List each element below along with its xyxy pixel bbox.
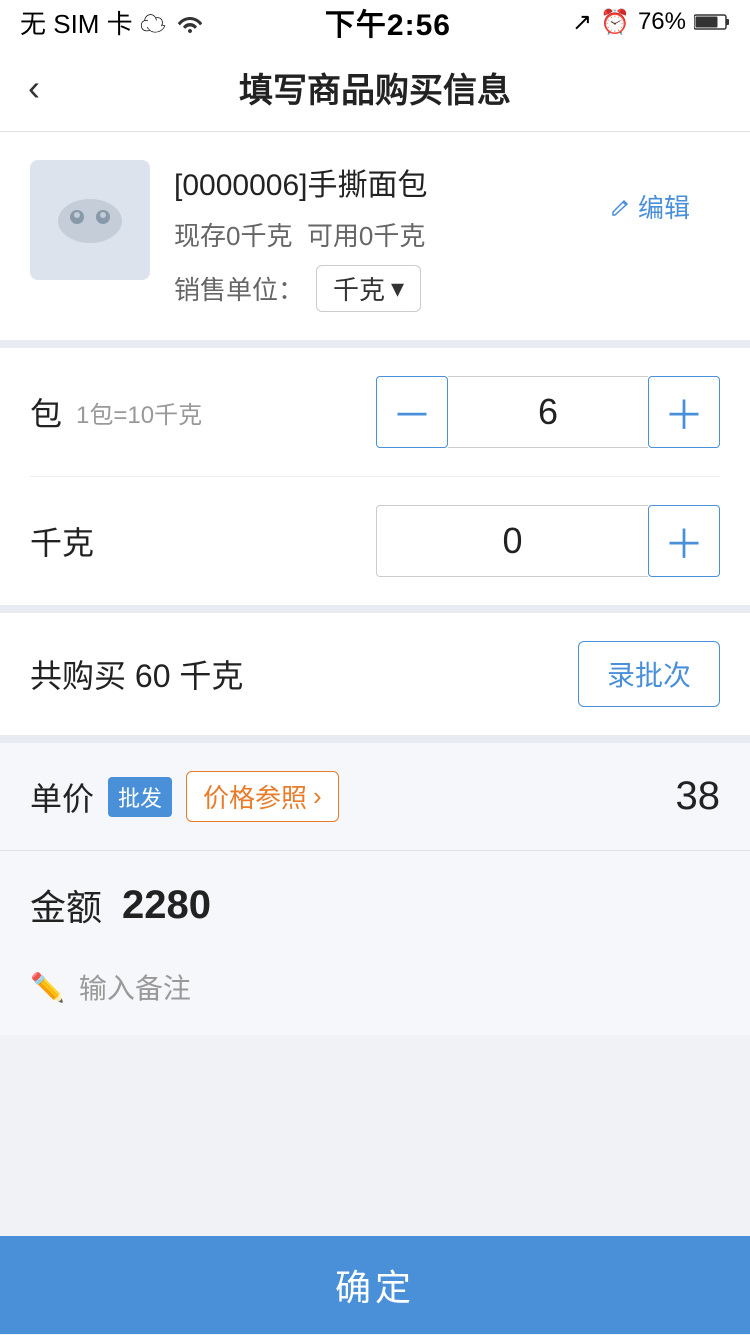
- summary-section: 共购买 60 千克 录批次: [0, 613, 750, 743]
- product-thumbnail: [30, 160, 150, 280]
- summary-text: 共购买 60 千克: [30, 651, 243, 697]
- kilogram-label: 千克: [30, 518, 94, 564]
- price-type-tag: 批发: [108, 777, 172, 817]
- price-reference-button[interactable]: 价格参照 ›: [186, 771, 339, 822]
- pencil-icon: ✏️: [30, 971, 65, 1004]
- product-card: [0000006]手撕面包 现存0千克 可用0千克 销售单位： 千克 ▾ 编辑: [0, 132, 750, 348]
- price-label: 单价 批发 价格参照 ›: [30, 771, 339, 822]
- battery-text: 76%: [638, 8, 686, 36]
- kilogram-stepper: ＋: [376, 505, 720, 577]
- package-hint: 1包=10千克: [76, 395, 202, 430]
- package-stepper: － ＋: [376, 376, 720, 448]
- product-logo-icon: [55, 193, 125, 248]
- remark-row[interactable]: ✏️ 输入备注: [30, 951, 720, 1035]
- amount-label: 金额: [30, 879, 102, 931]
- status-right: ↗ ⏰ 76%: [572, 8, 730, 37]
- remark-placeholder: 输入备注: [79, 967, 191, 1007]
- amount-row: 金额 2280: [30, 879, 720, 931]
- status-bar: 无 SIM 卡 ☁ 下午2:56 ↗ ⏰ 76%: [0, 0, 750, 44]
- package-decrement-button[interactable]: －: [376, 376, 448, 448]
- kilogram-input-row: 千克 ＋: [30, 477, 720, 605]
- summary-amount: 60: [135, 658, 171, 694]
- amount-value: 2280: [122, 883, 211, 928]
- batch-button[interactable]: 录批次: [578, 641, 720, 707]
- kilogram-increment-button[interactable]: ＋: [648, 505, 720, 577]
- price-ref-arrow-icon: ›: [313, 781, 322, 812]
- status-left: 无 SIM 卡 ☁: [20, 4, 204, 41]
- chevron-down-icon: ▾: [391, 273, 404, 304]
- page-title: 填写商品购买信息: [239, 63, 511, 112]
- package-input[interactable]: [448, 376, 648, 448]
- battery-icon: [694, 13, 730, 31]
- price-value: 38: [676, 774, 721, 819]
- edit-icon: [610, 196, 632, 218]
- kilogram-input[interactable]: [376, 505, 648, 577]
- wifi-icon: [176, 11, 204, 33]
- unit-selector[interactable]: 千克 ▾: [316, 265, 421, 312]
- price-row: 单价 批发 价格参照 › 38: [30, 771, 720, 822]
- confirm-button[interactable]: 确定: [0, 1236, 750, 1334]
- package-input-row: 包 1包=10千克 － ＋: [30, 348, 720, 477]
- back-button[interactable]: ‹: [28, 67, 40, 109]
- package-increment-button[interactable]: ＋: [648, 376, 720, 448]
- nav-bar: ‹ 填写商品购买信息: [0, 44, 750, 132]
- price-section: 单价 批发 价格参照 › 38: [0, 743, 750, 851]
- product-details: [0000006]手撕面包 现存0千克 可用0千克 销售单位： 千克 ▾ 编辑: [174, 160, 720, 312]
- product-unit-row: 销售单位： 千克 ▾: [174, 265, 720, 312]
- no-sim-text: 无 SIM 卡 ☁: [20, 4, 166, 41]
- amount-section: 金额 2280 ✏️ 输入备注: [0, 851, 750, 1035]
- alarm-icon: ⏰: [600, 8, 630, 37]
- edit-button[interactable]: 编辑: [610, 188, 690, 225]
- status-time: 下午2:56: [325, 0, 451, 44]
- unit-label: 销售单位：: [174, 270, 304, 307]
- package-label: 包 1包=10千克: [30, 389, 202, 435]
- input-section: 包 1包=10千克 － ＋ 千克 ＋: [0, 348, 750, 613]
- location-icon: ↗: [572, 8, 592, 37]
